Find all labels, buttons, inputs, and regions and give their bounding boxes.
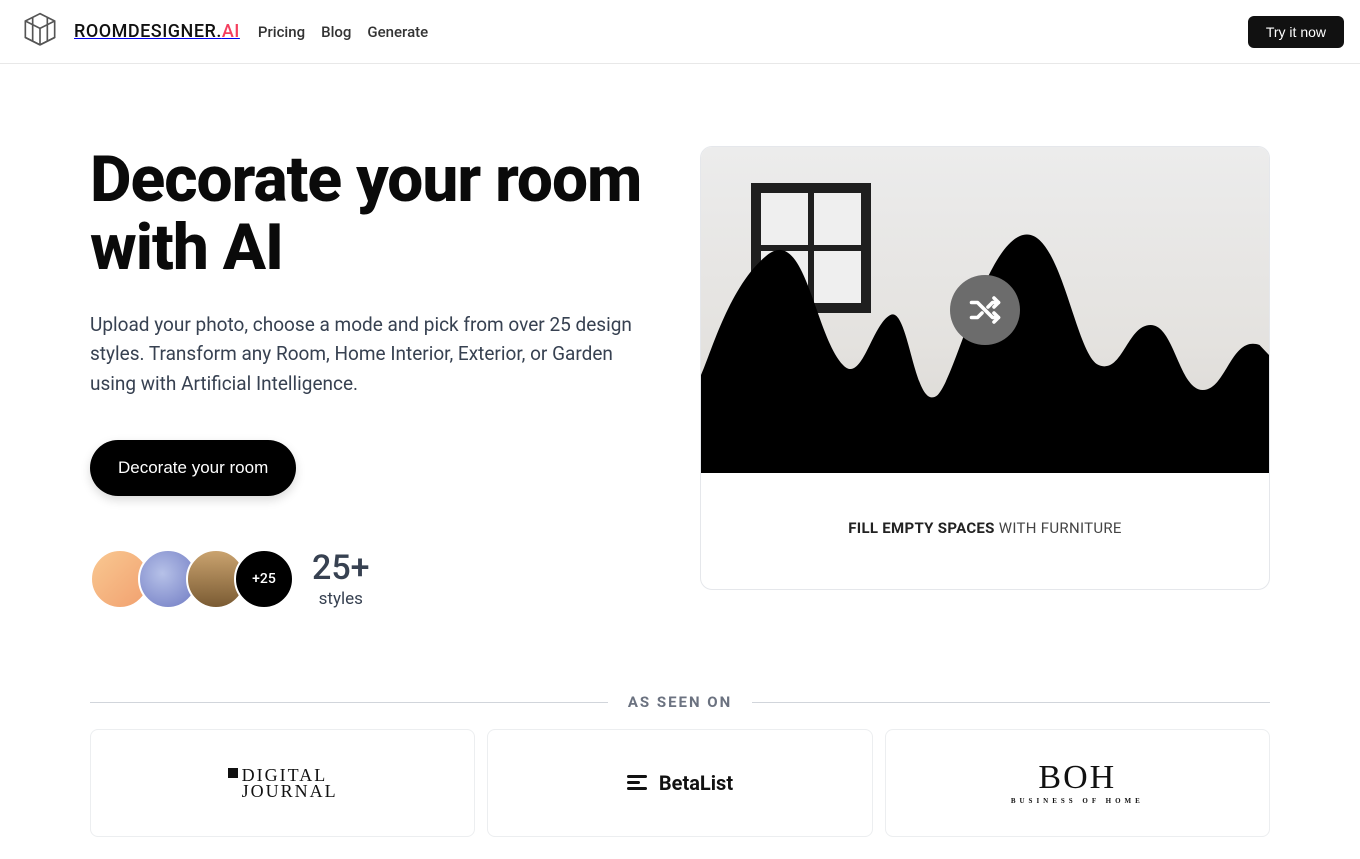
decorate-button[interactable]: Decorate your room bbox=[90, 440, 296, 496]
hero-preview-card: FILL EMPTY SPACES WITH FURNITURE bbox=[700, 146, 1270, 590]
hero-subtitle: Upload your photo, choose a mode and pic… bbox=[90, 310, 660, 398]
seen-logo-grid: DIGITAL JOURNAL BetaList BOH BUSINESS OF… bbox=[90, 729, 1270, 837]
betalist-text: BetaList bbox=[659, 771, 733, 795]
nav-pricing[interactable]: Pricing bbox=[258, 23, 305, 41]
digital-journal-logo: DIGITAL JOURNAL bbox=[228, 767, 338, 799]
caption-rest: WITH FURNITURE bbox=[995, 519, 1122, 537]
nav-blog[interactable]: Blog bbox=[321, 23, 351, 41]
shuffle-button[interactable] bbox=[950, 275, 1020, 345]
style-avatars: +25 bbox=[90, 549, 294, 609]
shuffle-icon bbox=[967, 292, 1003, 328]
styles-text: 25+ styles bbox=[312, 548, 370, 609]
boh-logo: BOH BUSINESS OF HOME bbox=[1011, 761, 1144, 805]
divider-left bbox=[90, 702, 608, 703]
logo-card-boh[interactable]: BOH BUSINESS OF HOME bbox=[885, 729, 1270, 837]
preview-caption: FILL EMPTY SPACES WITH FURNITURE bbox=[701, 473, 1269, 537]
hero-title: Decorate your room with AI bbox=[90, 146, 660, 282]
divider-right bbox=[752, 702, 1270, 703]
site-header: ROOMDESIGNER.AI Pricing Blog Generate Tr… bbox=[0, 0, 1360, 64]
logo-icon bbox=[16, 8, 64, 56]
styles-row: +25 25+ styles bbox=[90, 548, 660, 609]
brand-text: ROOMDESIGNER.AI bbox=[74, 21, 240, 42]
styles-number: 25+ bbox=[312, 548, 370, 589]
logo-card-digital-journal[interactable]: DIGITAL JOURNAL bbox=[90, 729, 475, 837]
dj-line2: JOURNAL bbox=[242, 783, 338, 799]
hero-section: Decorate your room with AI Upload your p… bbox=[30, 64, 1330, 609]
brand-link[interactable]: ROOMDESIGNER.AI bbox=[16, 8, 240, 56]
as-seen-on-section: AS SEEN ON DIGITAL JOURNAL BetaList BOH … bbox=[30, 693, 1330, 837]
main-nav: Pricing Blog Generate bbox=[258, 23, 428, 41]
seen-header: AS SEEN ON bbox=[90, 693, 1270, 711]
caption-bold: FILL EMPTY SPACES bbox=[848, 519, 994, 537]
nav-generate[interactable]: Generate bbox=[367, 23, 428, 41]
seen-label: AS SEEN ON bbox=[628, 693, 732, 711]
boh-main: BOH bbox=[1011, 761, 1144, 795]
style-count-badge: +25 bbox=[234, 549, 294, 609]
logo-card-betalist[interactable]: BetaList bbox=[487, 729, 872, 837]
brand-primary: ROOMDESIGNER. bbox=[74, 21, 222, 42]
betalist-logo: BetaList bbox=[617, 765, 743, 801]
betalist-icon bbox=[627, 775, 647, 791]
hero-left: Decorate your room with AI Upload your p… bbox=[90, 146, 660, 609]
header-left: ROOMDESIGNER.AI Pricing Blog Generate bbox=[16, 8, 428, 56]
styles-label: styles bbox=[312, 589, 370, 609]
boh-sub: BUSINESS OF HOME bbox=[1011, 797, 1144, 805]
preview-image bbox=[701, 147, 1269, 473]
brand-accent: AI bbox=[222, 21, 240, 42]
try-now-button[interactable]: Try it now bbox=[1248, 16, 1344, 48]
